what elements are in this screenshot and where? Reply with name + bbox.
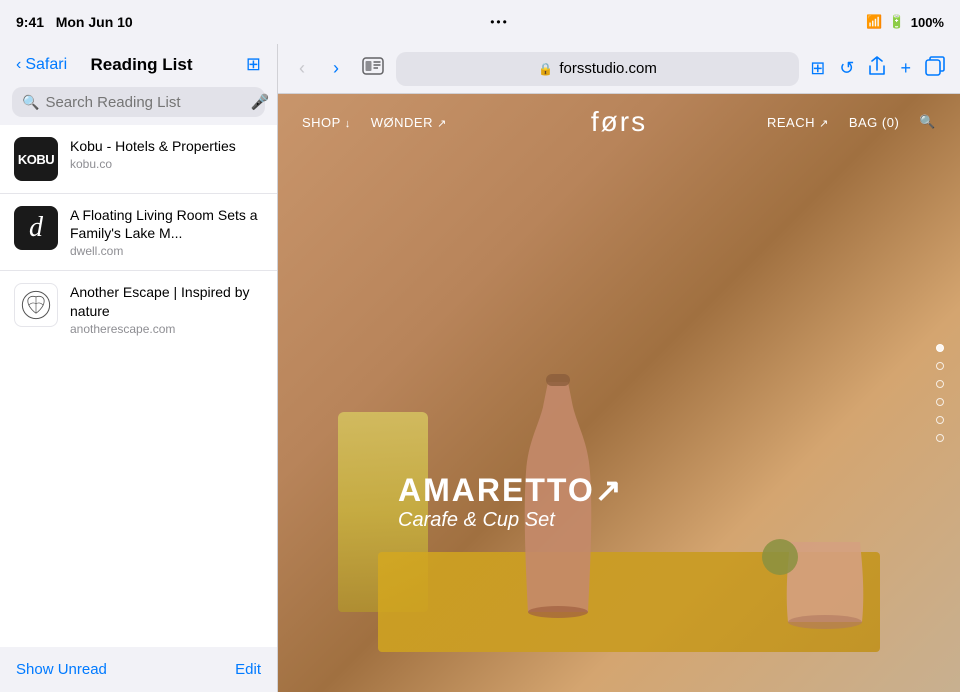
item-favicon-dwell: d (14, 206, 58, 250)
reader-mode-button[interactable] (356, 53, 390, 84)
item-url: kobu.co (70, 157, 263, 171)
slide-dot-2[interactable] (936, 362, 944, 370)
list-item[interactable]: d A Floating Living Room Sets a Family's… (0, 194, 277, 271)
tabs-icon (925, 56, 945, 76)
browser-area: ‹ › 🔒 forsstudio.com ⊞ ↺ (278, 44, 960, 692)
item-url: anotherescape.com (70, 322, 263, 336)
date-display: Mon Jun 10 (56, 14, 133, 30)
wifi-icon: 📶 (866, 14, 882, 30)
search-input[interactable] (45, 94, 244, 111)
item-favicon-kobu: KOBU (14, 137, 58, 181)
nav-reach[interactable]: REACH ↗ (767, 115, 829, 130)
battery-icon: 🔋 (889, 14, 905, 30)
nav-search-icon[interactable]: 🔍 (919, 114, 936, 130)
item-title: Another Escape | Inspired by nature (70, 283, 263, 319)
list-item[interactable]: KOBU Kobu - Hotels & Properties kobu.co (0, 125, 277, 194)
address-bar[interactable]: 🔒 forsstudio.com (396, 52, 799, 86)
battery-percent: 100% (911, 15, 944, 30)
nav-right: REACH ↗ BAG (0) 🔍 (767, 114, 936, 130)
status-center-dots: ••• (490, 15, 509, 29)
nav-left: SHOP ↓ WØNDER ↗ (302, 115, 447, 130)
website-nav: SHOP ↓ WØNDER ↗ førs REACH ↗ BAG (0) 🔍 (278, 94, 960, 150)
sidebar-header: ‹ Safari Reading List ⊞ (0, 44, 277, 81)
nav-wonder[interactable]: WØNDER ↗ (371, 115, 447, 130)
nav-shop[interactable]: SHOP ↓ (302, 115, 351, 130)
status-time: 9:41 Mon Jun 10 (16, 14, 133, 30)
app-container: ‹ Safari Reading List ⊞ 🔍 🎤 KOBU Kobu - … (0, 44, 960, 692)
status-bar: 9:41 Mon Jun 10 ••• 📶 🔋 100% (0, 0, 960, 44)
slide-dot-4[interactable] (936, 398, 944, 406)
item-url: dwell.com (70, 244, 263, 258)
list-item[interactable]: Another Escape | Inspired by nature anot… (0, 271, 277, 347)
mic-icon[interactable]: 🎤 (250, 93, 269, 111)
back-nav-button[interactable]: ‹ (288, 54, 316, 83)
reading-list: KOBU Kobu - Hotels & Properties kobu.co … (0, 125, 277, 647)
wonder-arrow-icon: ↗ (437, 117, 447, 130)
shop-arrow-icon: ↓ (345, 118, 351, 130)
sidebar-title: Reading List (37, 55, 246, 75)
nav-bag[interactable]: BAG (0) (849, 115, 899, 130)
item-content: A Floating Living Room Sets a Family's L… (70, 206, 263, 258)
toolbar-actions: ⊞ ↺ + (805, 52, 950, 85)
leaf-svg-icon (21, 290, 51, 320)
address-text: forsstudio.com (559, 60, 657, 77)
back-chevron-icon: ‹ (16, 56, 21, 74)
reader-icon (362, 57, 384, 75)
slide-dot-3[interactable] (936, 380, 944, 388)
reload-button[interactable]: ↺ (834, 54, 859, 83)
hero-text-overlay: AMARETTO↗ Carafe & Cup Set (398, 471, 624, 532)
reading-list-add-button[interactable]: ⊞ (805, 54, 830, 83)
slide-dot-1[interactable] (936, 344, 944, 352)
olive-decoration (760, 537, 800, 577)
item-title: A Floating Living Room Sets a Family's L… (70, 206, 263, 242)
reach-arrow-icon: ↗ (819, 117, 829, 130)
item-favicon-another (14, 283, 58, 327)
item-content: Kobu - Hotels & Properties kobu.co (70, 137, 263, 171)
status-right: 📶 🔋 100% (866, 14, 944, 30)
search-bar[interactable]: 🔍 🎤 (12, 87, 265, 117)
website-content: SHOP ↓ WØNDER ↗ førs REACH ↗ BAG (0) 🔍 (278, 94, 960, 692)
slide-dot-6[interactable] (936, 434, 944, 442)
show-unread-button[interactable]: Show Unread (16, 661, 107, 678)
sidebar-footer: Show Unread Edit (0, 647, 277, 692)
new-tab-button[interactable]: + (895, 54, 916, 83)
share-icon (868, 56, 886, 76)
hero-subtitle: Carafe & Cup Set (398, 509, 624, 532)
item-content: Another Escape | Inspired by nature anot… (70, 283, 263, 335)
item-title: Kobu - Hotels & Properties (70, 137, 263, 155)
tabs-overview-button[interactable] (920, 52, 950, 85)
browser-toolbar: ‹ › 🔒 forsstudio.com ⊞ ↺ (278, 44, 960, 94)
edit-button[interactable]: Edit (235, 661, 261, 678)
sidebar: ‹ Safari Reading List ⊞ 🔍 🎤 KOBU Kobu - … (0, 44, 278, 692)
slide-dots (936, 344, 944, 442)
slide-dot-5[interactable] (936, 416, 944, 424)
forward-nav-button[interactable]: › (322, 54, 350, 83)
search-icon: 🔍 (22, 94, 39, 111)
hero-title: AMARETTO↗ (398, 471, 624, 509)
share-button[interactable] (863, 52, 891, 85)
time-display: 9:41 (16, 14, 44, 30)
lock-icon: 🔒 (538, 62, 553, 76)
grid-view-button[interactable]: ⊞ (246, 54, 261, 75)
brand-logo: førs (591, 106, 647, 138)
